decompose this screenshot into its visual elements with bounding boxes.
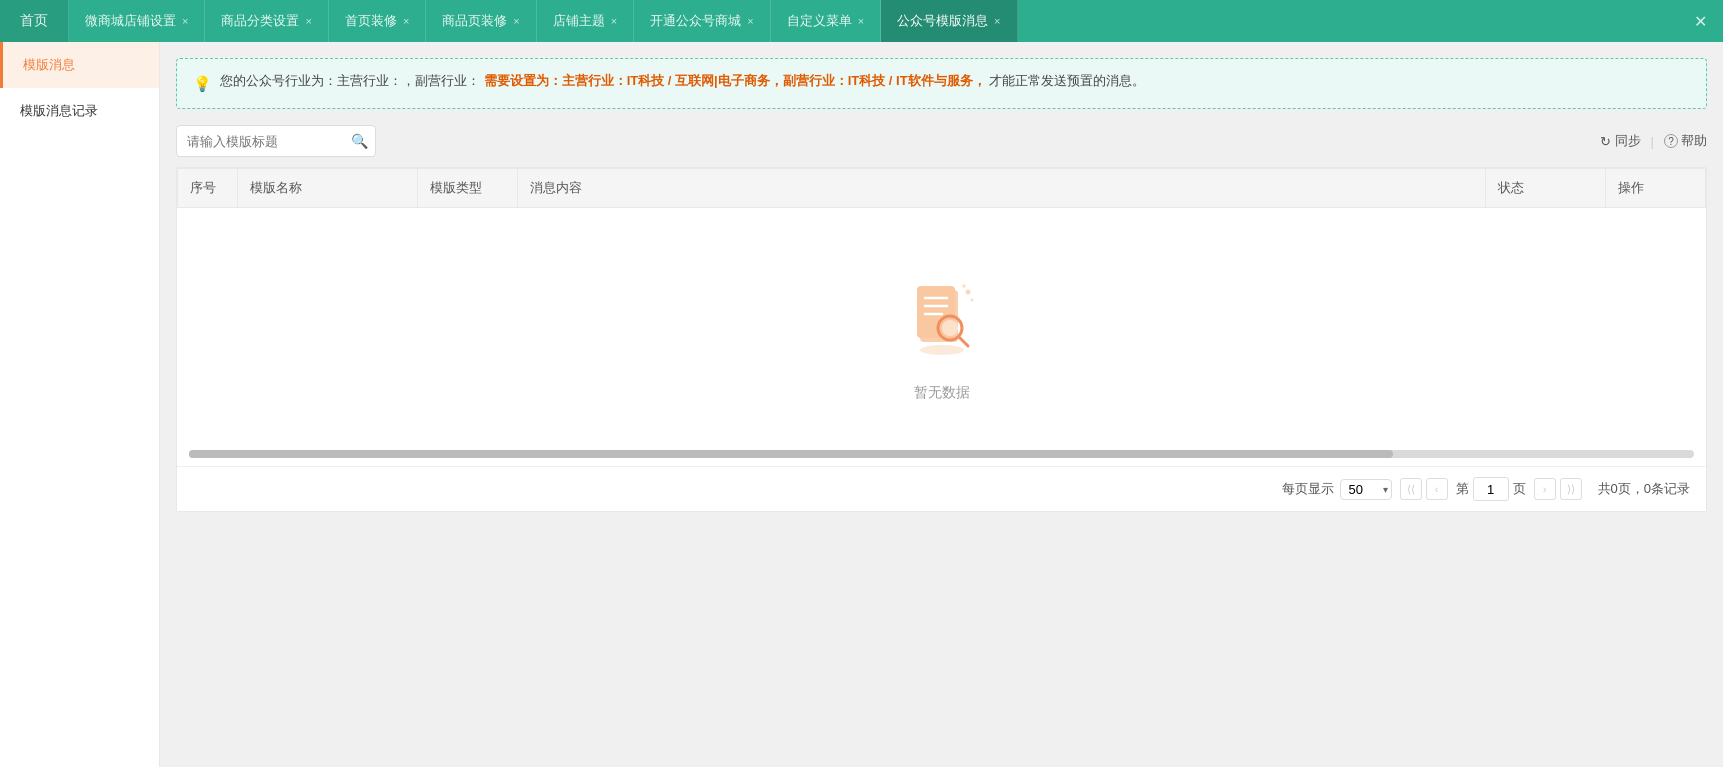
- empty-state: 暂无数据: [177, 208, 1706, 442]
- svg-line-8: [959, 337, 968, 346]
- nav-tab-7[interactable]: 自定义菜单 ×: [771, 0, 881, 42]
- page-nav-btns-next: › ⟩⟩: [1534, 478, 1582, 500]
- notice-highlight: 需要设置为：主营行业：IT科技 / 互联网|电子商务，副营行业：IT科技 / I…: [484, 73, 986, 88]
- nav-tab-close-1[interactable]: ×: [182, 15, 188, 27]
- page-size-wrap: 每页显示 10 20 50 100 ▾: [1282, 479, 1392, 500]
- total-text: 共0页，0条记录: [1598, 480, 1690, 498]
- nav-tab-close-2[interactable]: ×: [305, 15, 311, 27]
- nav-tab-0[interactable]: 首页: [0, 0, 69, 42]
- main-content: 💡 您的公众号行业为：主营行业：，副营行业： 需要设置为：主营行业：IT科技 /…: [160, 42, 1723, 767]
- col-header-消息内容: 消息内容: [518, 169, 1486, 208]
- notice-icon: 💡: [193, 72, 212, 96]
- search-input-wrap: 🔍: [176, 125, 376, 157]
- nav-tab-3[interactable]: 首页装修 ×: [329, 0, 426, 42]
- nav-tab-close-8[interactable]: ×: [994, 15, 1000, 27]
- empty-illustration: [892, 268, 992, 368]
- svg-point-11: [962, 284, 966, 288]
- scrollbar-track[interactable]: [189, 450, 1694, 458]
- last-page-button[interactable]: ⟩⟩: [1560, 478, 1582, 500]
- per-page-label: 每页显示: [1282, 480, 1334, 498]
- col-header-模版名称: 模版名称: [238, 169, 418, 208]
- page-size-container: 10 20 50 100 ▾: [1340, 479, 1392, 500]
- prev-page-button[interactable]: ‹: [1426, 478, 1448, 500]
- col-header-序号: 序号: [178, 169, 238, 208]
- pagination: 每页显示 10 20 50 100 ▾ ⟨⟨ ‹: [177, 466, 1706, 511]
- sync-label: 同步: [1615, 132, 1641, 150]
- nav-tab-label-4: 商品页装修: [442, 12, 507, 30]
- nav-tab-label-6: 开通公众号商城: [650, 12, 741, 30]
- col-header-操作: 操作: [1606, 169, 1706, 208]
- col-header-模版类型: 模版类型: [418, 169, 518, 208]
- scrollbar-area[interactable]: [177, 442, 1706, 466]
- page-label: 第: [1456, 480, 1469, 498]
- search-bar: 🔍 ↻ 同步 | ? 帮助: [176, 125, 1707, 157]
- svg-point-7: [942, 320, 958, 336]
- scrollbar-thumb[interactable]: [189, 450, 1393, 458]
- help-button[interactable]: ? 帮助: [1664, 132, 1707, 150]
- nav-tab-1[interactable]: 微商城店铺设置 ×: [69, 0, 205, 42]
- data-table: 序号模版名称模版类型消息内容状态操作: [177, 168, 1706, 208]
- empty-text: 暂无数据: [914, 384, 970, 402]
- page-current-wrap: 第 页: [1456, 477, 1526, 501]
- close-all-button[interactable]: ✕: [1678, 12, 1723, 31]
- help-icon: ?: [1664, 134, 1678, 148]
- nav-tab-close-4[interactable]: ×: [513, 15, 519, 27]
- col-header-状态: 状态: [1486, 169, 1606, 208]
- nav-tab-close-5[interactable]: ×: [611, 15, 617, 27]
- first-page-button[interactable]: ⟨⟨: [1400, 478, 1422, 500]
- sidebar-item-1[interactable]: 模版消息记录: [0, 88, 159, 134]
- search-left: 🔍: [176, 125, 376, 157]
- search-right: ↻ 同步 | ? 帮助: [1600, 132, 1707, 150]
- svg-point-0: [920, 345, 964, 355]
- next-page-button[interactable]: ›: [1534, 478, 1556, 500]
- nav-tab-close-7[interactable]: ×: [858, 15, 864, 27]
- svg-point-10: [970, 299, 973, 302]
- nav-tab-6[interactable]: 开通公众号商城 ×: [634, 0, 770, 42]
- nav-tab-label-8: 公众号模版消息: [897, 12, 988, 30]
- top-nav: 首页微商城店铺设置 ×商品分类设置 ×首页装修 ×商品页装修 ×店铺主题 ×开通…: [0, 0, 1723, 42]
- nav-tab-label-0: 首页: [20, 12, 48, 30]
- table-container: 序号模版名称模版类型消息内容状态操作: [176, 167, 1707, 512]
- nav-tab-label-2: 商品分类设置: [221, 12, 299, 30]
- page-input[interactable]: [1473, 477, 1509, 501]
- svg-point-9: [965, 290, 970, 295]
- help-label: 帮助: [1681, 132, 1707, 150]
- page-nav-btns: ⟨⟨ ‹: [1400, 478, 1448, 500]
- search-icon[interactable]: 🔍: [351, 133, 368, 149]
- notice-text: 您的公众号行业为：主营行业：，副营行业： 需要设置为：主营行业：IT科技 / 互…: [220, 71, 1145, 92]
- notice-box: 💡 您的公众号行业为：主营行业：，副营行业： 需要设置为：主营行业：IT科技 /…: [176, 58, 1707, 109]
- nav-tab-label-1: 微商城店铺设置: [85, 12, 176, 30]
- nav-tab-5[interactable]: 店铺主题 ×: [537, 0, 634, 42]
- sync-button[interactable]: ↻ 同步: [1600, 132, 1641, 150]
- nav-tab-label-5: 店铺主题: [553, 12, 605, 30]
- page-size-select[interactable]: 10 20 50 100: [1340, 479, 1392, 500]
- sidebar: 模版消息模版消息记录: [0, 42, 160, 767]
- page-unit: 页: [1513, 480, 1526, 498]
- nav-tab-close-3[interactable]: ×: [403, 15, 409, 27]
- nav-tab-close-6[interactable]: ×: [747, 15, 753, 27]
- sync-icon: ↻: [1600, 134, 1611, 149]
- nav-tab-8[interactable]: 公众号模版消息 ×: [881, 0, 1017, 42]
- divider: |: [1651, 134, 1654, 149]
- nav-tab-2[interactable]: 商品分类设置 ×: [205, 0, 328, 42]
- nav-tab-label-3: 首页装修: [345, 12, 397, 30]
- sidebar-item-0[interactable]: 模版消息: [0, 42, 159, 88]
- main-layout: 模版消息模版消息记录 💡 您的公众号行业为：主营行业：，副营行业： 需要设置为：…: [0, 42, 1723, 767]
- nav-tab-label-7: 自定义菜单: [787, 12, 852, 30]
- nav-tab-4[interactable]: 商品页装修 ×: [426, 0, 536, 42]
- search-input[interactable]: [176, 125, 376, 157]
